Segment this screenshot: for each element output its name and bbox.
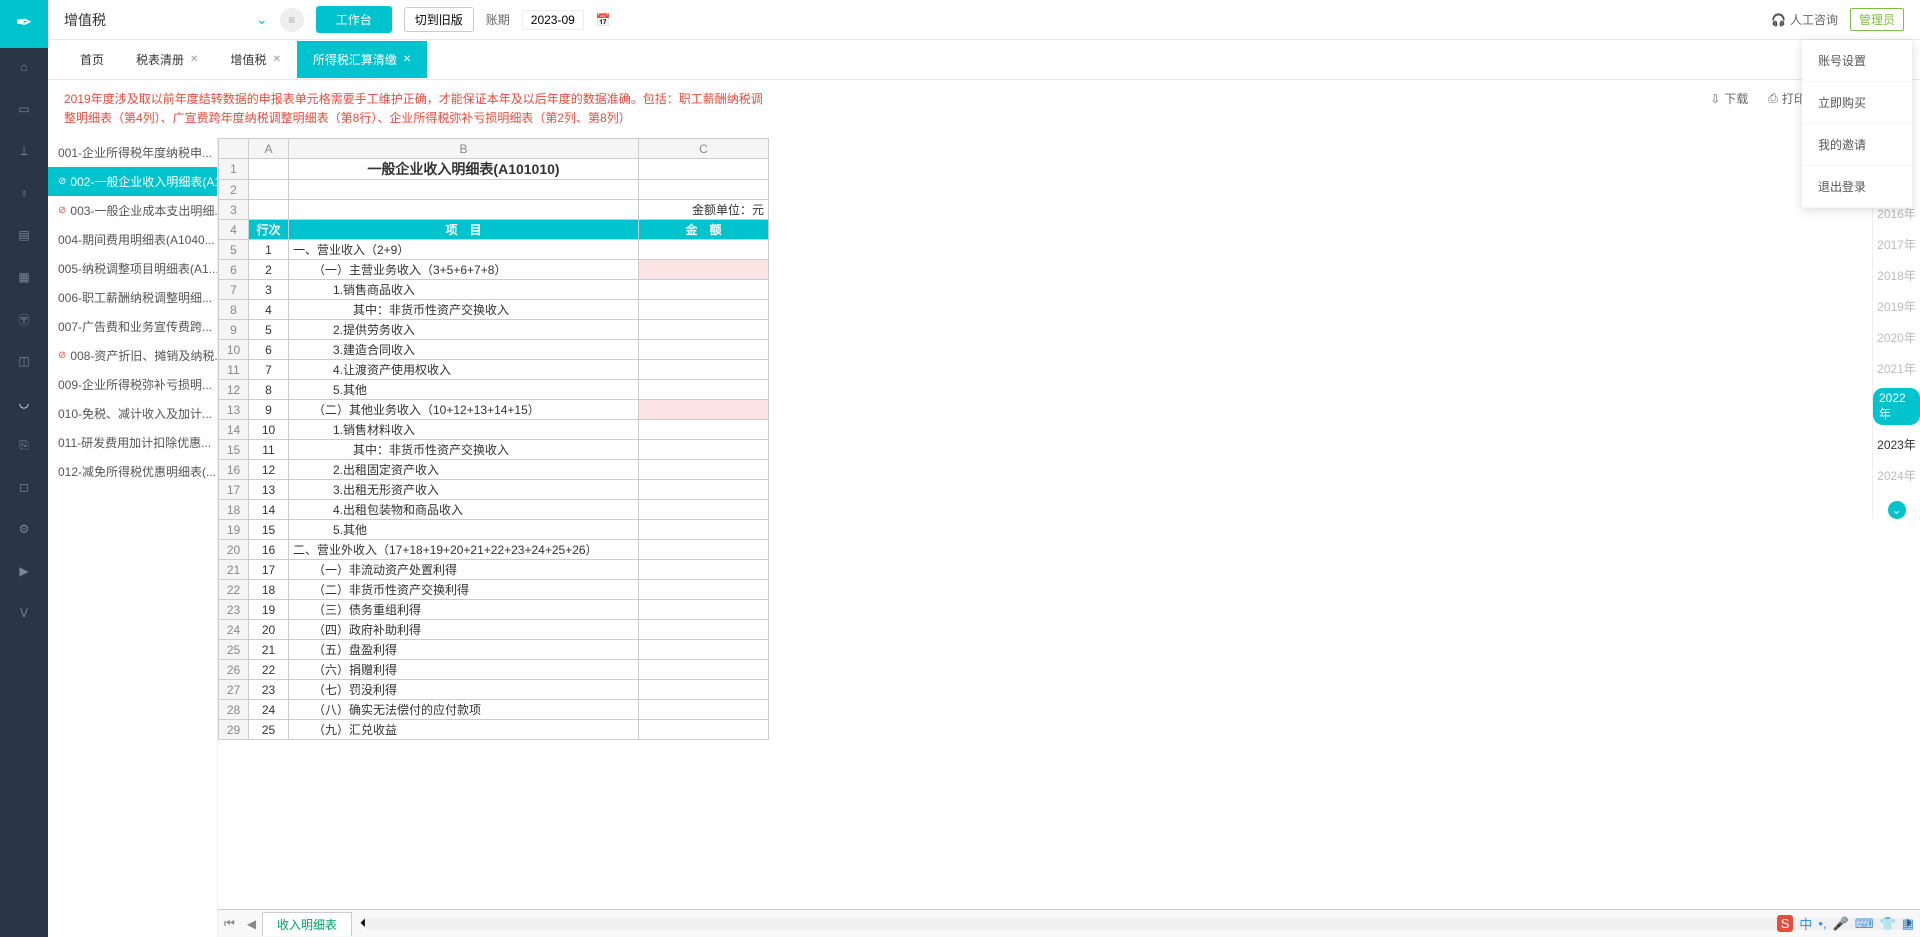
sidebar: ✒ ⌂ ▭ ⟘ ♁ ▤ ▦ 〶 ◫ ◡ ⎘ ◻ ⚙ ▶ V <box>0 0 48 937</box>
year-option[interactable]: 2018年 <box>1877 264 1916 287</box>
workspace-button[interactable]: 工作台 <box>316 6 392 33</box>
bag-icon[interactable]: ♁ <box>14 183 34 203</box>
brand-title: 增值税 <box>64 10 244 30</box>
tree-item[interactable]: 010-免税、减计收入及加计... <box>48 399 217 428</box>
dropdown-item[interactable]: 账号设置 <box>1802 40 1912 82</box>
close-icon[interactable]: ✕ <box>403 54 411 65</box>
ime-punct-icon[interactable]: •, <box>1818 916 1826 931</box>
sheet-nav-prev-icon[interactable]: ◀ <box>241 917 262 931</box>
admin-button[interactable]: 管理员 <box>1850 8 1904 31</box>
form-tree: 001-企业所得税年度纳税申...⊘002-一般企业收入明细表(A1...⊘00… <box>48 138 218 937</box>
v-icon[interactable]: V <box>14 603 34 623</box>
year-option[interactable]: 2022年 <box>1873 388 1920 425</box>
tree-item[interactable]: ⊘003-一般企业成本支出明细... <box>48 196 217 225</box>
dashboard-icon[interactable]: ◫ <box>14 351 34 371</box>
download-button[interactable]: ⇩ 下载 <box>1710 90 1748 107</box>
help-link[interactable]: 🎧 人工咨询 <box>1771 11 1838 28</box>
close-icon[interactable]: ✕ <box>272 54 280 65</box>
ime-bar: S 中 •, 🎤 ⌨ 👕 ▦ <box>1777 914 1914 933</box>
sheet-tab[interactable]: 收入明细表 <box>262 912 352 936</box>
dropdown-item[interactable]: 立即购买 <box>1802 82 1912 124</box>
horizontal-scrollbar[interactable]: ⏴⏵ <box>352 916 1920 931</box>
tab[interactable]: 首页 <box>64 41 120 78</box>
tree-item[interactable]: 001-企业所得税年度纳税申... <box>48 138 217 167</box>
tree-item[interactable]: ⊘008-资产折旧、摊销及纳税... <box>48 341 217 370</box>
tree-item[interactable]: 004-期间费用明细表(A1040... <box>48 225 217 254</box>
tab[interactable]: 增值税✕ <box>214 41 296 78</box>
year-option[interactable]: 2024年 <box>1877 464 1916 487</box>
logo-icon: ✒ <box>16 10 33 35</box>
tree-item[interactable]: 007-广告费和业务宣传费跨... <box>48 312 217 341</box>
calendar-icon[interactable]: 📅 <box>596 13 611 27</box>
home-icon[interactable]: ⌂ <box>14 57 34 77</box>
tabs: 首页税表清册✕增值税✕所得税汇算清缴✕ <box>48 40 1920 80</box>
sheet-tabbar: ⏮ ◀ 收入明细表 ⏴⏵ <box>218 909 1920 937</box>
inbox-icon[interactable]: ◻ <box>14 477 34 497</box>
old-version-button[interactable]: 切到旧版 <box>404 7 474 32</box>
chevron-down-icon[interactable]: ⌄ <box>256 11 268 28</box>
warning-text: 2019年度涉及取以前年度结转数据的申报表单元格需要手工维护正确，才能保证本年及… <box>64 90 764 128</box>
ime-skin-icon[interactable]: 👕 <box>1880 916 1896 932</box>
print-button[interactable]: ⎙ 打印 <box>1768 90 1806 107</box>
tree-item[interactable]: ⊘002-一般企业收入明细表(A1... <box>48 167 217 196</box>
tree-item[interactable]: 005-纳税调整项目明细表(A1... <box>48 254 217 283</box>
tree-item[interactable]: 006-职工薪酬纳税调整明细... <box>48 283 217 312</box>
note-icon[interactable]: ≡ <box>280 8 304 32</box>
ime-grid-icon[interactable]: ▦ <box>1902 916 1914 932</box>
period-label: 账期 <box>486 11 510 28</box>
year-more-icon[interactable]: ⌄ <box>1888 501 1906 519</box>
year-option[interactable]: 2020年 <box>1877 326 1916 349</box>
spreadsheet[interactable]: ABC1一般企业收入明细表(A101010)23金额单位：元4行次项 目金 额5… <box>218 138 1920 909</box>
chart-icon[interactable]: ⟘ <box>14 141 34 161</box>
dropdown-item[interactable]: 退出登录 <box>1802 166 1912 208</box>
doc-icon[interactable]: ▭ <box>14 99 34 119</box>
ime-mic-icon[interactable]: 🎤 <box>1833 916 1849 932</box>
user-dropdown: 账号设置立即购买我的邀请退出登录 <box>1802 40 1912 208</box>
ime-kb-icon[interactable]: ⌨ <box>1855 916 1874 932</box>
year-option[interactable]: 2021年 <box>1877 357 1916 380</box>
shirt-icon[interactable]: 〶 <box>14 309 34 329</box>
ime-s-icon[interactable]: S <box>1777 915 1794 932</box>
sheet-nav-first-icon[interactable]: ⏮ <box>218 916 241 931</box>
year-option[interactable]: 2019年 <box>1877 295 1916 318</box>
play-icon[interactable]: ▶ <box>14 561 34 581</box>
gear-icon[interactable]: ⚙ <box>14 519 34 539</box>
warn-icon: ⊘ <box>58 205 66 216</box>
year-option[interactable]: 2023年 <box>1877 433 1916 456</box>
topbar: 增值税 ⌄ ≡ 工作台 切到旧版 账期 2023-09 📅 🎧 人工咨询 管理员 <box>48 0 1920 40</box>
tab[interactable]: 所得税汇算清缴✕ <box>297 41 427 78</box>
bowl-icon[interactable]: ◡ <box>14 393 34 413</box>
dropdown-item[interactable]: 我的邀请 <box>1802 124 1912 166</box>
tree-item[interactable]: 009-企业所得税弥补亏损明... <box>48 370 217 399</box>
tab[interactable]: 税表清册✕ <box>120 41 214 78</box>
period-value[interactable]: 2023-09 <box>522 10 584 30</box>
calc-icon[interactable]: ▦ <box>14 267 34 287</box>
close-icon[interactable]: ✕ <box>190 54 198 65</box>
clipboard-icon[interactable]: ▤ <box>14 225 34 245</box>
tree-item[interactable]: 012-减免所得税优惠明细表(... <box>48 457 217 486</box>
export-icon[interactable]: ⎘ <box>14 435 34 455</box>
tree-item[interactable]: 011-研发费用加计扣除优惠... <box>48 428 217 457</box>
warn-icon: ⊘ <box>58 350 66 361</box>
year-option[interactable]: 2017年 <box>1877 233 1916 256</box>
ime-cn[interactable]: 中 <box>1799 914 1812 933</box>
warn-icon: ⊘ <box>58 176 66 187</box>
